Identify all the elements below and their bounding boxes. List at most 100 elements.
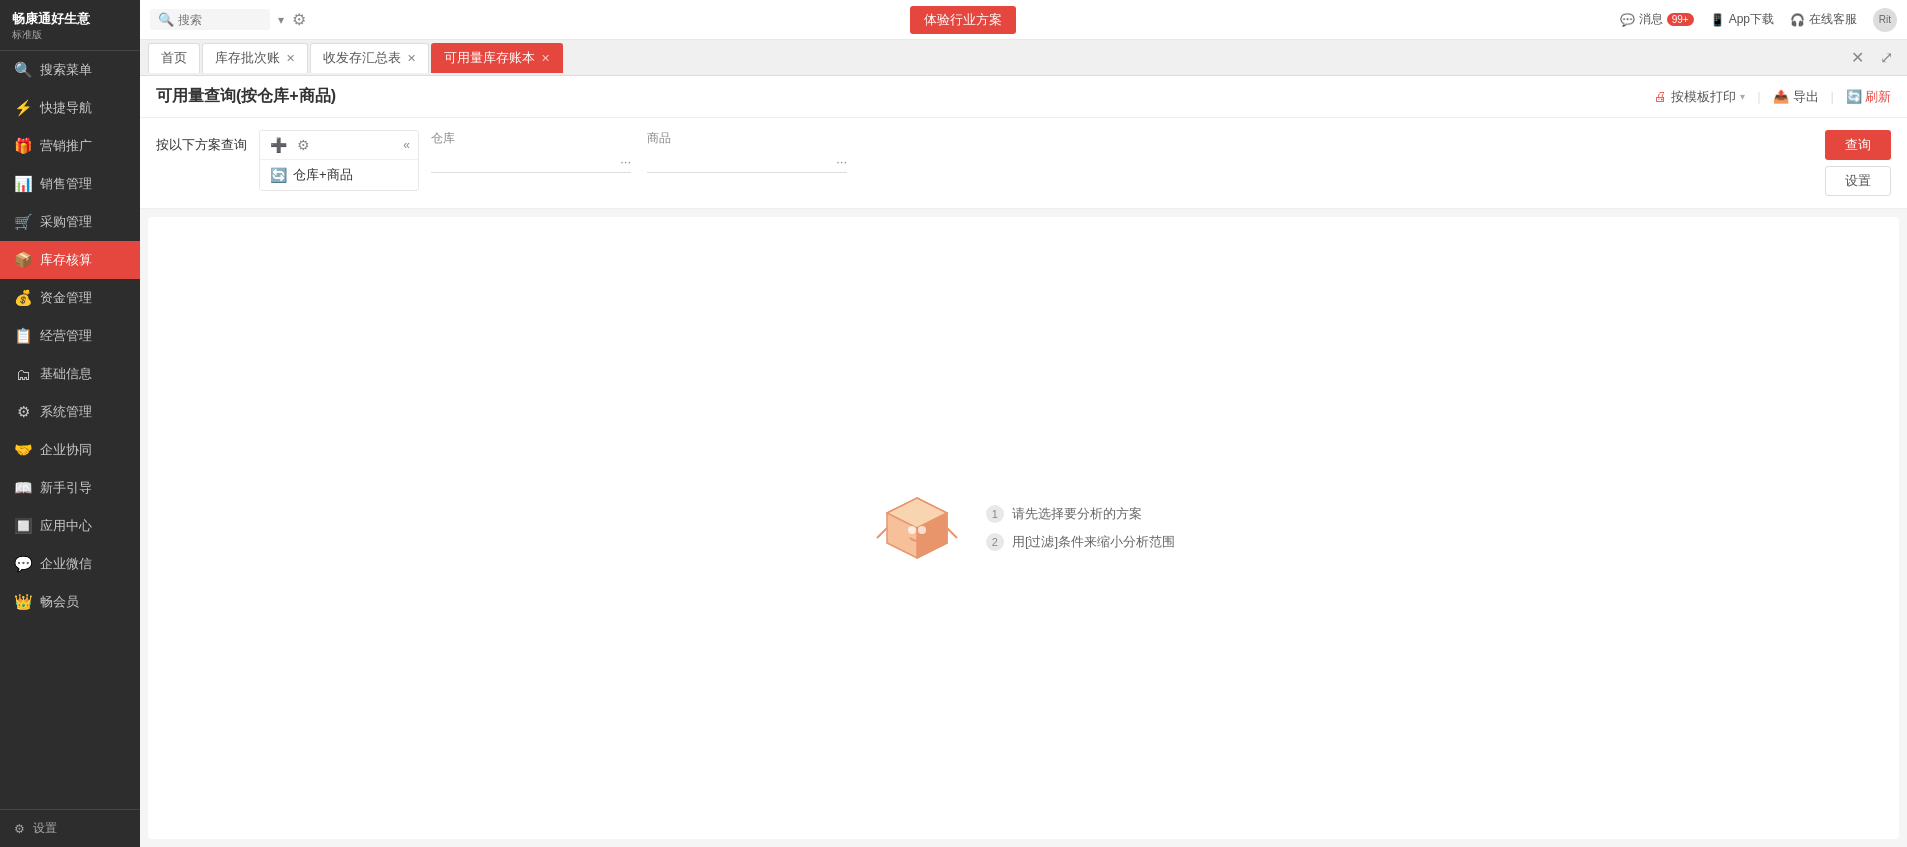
sidebar-item-label-enterprise-wechat: 企业微信 — [40, 555, 92, 573]
tab-batch-account[interactable]: 库存批次账✕ — [202, 43, 308, 73]
empty-tip-1: 1 请先选择要分析的方案 — [986, 505, 1175, 523]
sidebar-item-operation[interactable]: 📋 经营管理 — [0, 317, 140, 355]
tip-num-1: 1 — [986, 505, 1004, 523]
sidebar-item-label-basic-info: 基础信息 — [40, 365, 92, 383]
scheme-item-warehouse-goods[interactable]: 🔄 仓库+商品 — [260, 160, 418, 190]
sidebar-bottom-settings[interactable]: ⚙ 设置 — [0, 809, 140, 847]
online-service-button[interactable]: 🎧 在线客服 — [1790, 11, 1857, 28]
headset-icon: 🎧 — [1790, 13, 1805, 27]
svg-point-4 — [918, 526, 926, 534]
tab-label-deposit-summary: 收发存汇总表 — [323, 49, 401, 67]
tip-text-2: 用[过滤]条件来缩小分析范围 — [1012, 533, 1175, 551]
sidebar-item-app-center[interactable]: 🔲 应用中心 — [0, 507, 140, 545]
sidebar-item-quick-nav[interactable]: ⚡ 快捷导航 — [0, 89, 140, 127]
sidebar-scroll: 🔍 搜索菜单 ⚡ 快捷导航 🎁 营销推广 📊 销售管理 🛒 采购管理 📦 库存核… — [0, 51, 140, 809]
app-download-button[interactable]: 📱 App下载 — [1710, 11, 1774, 28]
sidebar-item-search[interactable]: 🔍 搜索菜单 — [0, 51, 140, 89]
search-input[interactable] — [178, 13, 258, 27]
goods-field: 商品 ··· — [647, 130, 847, 173]
edit-scheme-button[interactable]: ⚙ — [295, 135, 312, 155]
close-tab-available-ledger[interactable]: ✕ — [541, 52, 550, 65]
sidebar-item-label-finance: 资金管理 — [40, 289, 92, 307]
sidebar-item-label-purchase: 采购管理 — [40, 213, 92, 231]
enterprise-icon: 🤝 — [14, 441, 32, 459]
operation-icon: 📋 — [14, 327, 32, 345]
top-search-box[interactable]: 🔍 — [150, 9, 270, 30]
sidebar-logo: 畅康通好生意 标准版 — [0, 0, 140, 51]
tab-home[interactable]: 首页 — [148, 43, 200, 73]
logo-subtitle: 标准版 — [12, 28, 128, 42]
sidebar-item-system[interactable]: ⚙ 系统管理 — [0, 393, 140, 431]
member-icon: 👑 — [14, 593, 32, 611]
print-icon: 🖨 — [1654, 89, 1667, 104]
divider2: | — [1831, 89, 1834, 104]
add-scheme-button[interactable]: ➕ — [268, 135, 289, 155]
sidebar-item-member[interactable]: 👑 畅会员 — [0, 583, 140, 621]
sidebar-item-sales[interactable]: 📊 销售管理 — [0, 165, 140, 203]
empty-tip-2: 2 用[过滤]条件来缩小分析范围 — [986, 533, 1175, 551]
export-button[interactable]: 📤 导出 — [1773, 88, 1819, 106]
sidebar-item-marketing[interactable]: 🎁 营销推广 — [0, 127, 140, 165]
empty-illustration: 1 请先选择要分析的方案 2 用[过滤]条件来缩小分析范围 — [872, 483, 1175, 573]
goods-input[interactable] — [647, 154, 832, 169]
sidebar-item-finance[interactable]: 💰 资金管理 — [0, 279, 140, 317]
sidebar-bottom-label: 设置 — [33, 820, 57, 837]
chevron-down-icon[interactable]: ▾ — [278, 13, 284, 27]
tab-label-home: 首页 — [161, 49, 187, 67]
svg-line-6 — [947, 528, 957, 538]
sidebar-item-label-inventory: 库存核算 — [40, 251, 92, 269]
solution-button[interactable]: 体验行业方案 — [910, 6, 1016, 34]
close-tab-deposit-summary[interactable]: ✕ — [407, 52, 416, 65]
settings-button[interactable]: 设置 — [1825, 166, 1891, 196]
sidebar-item-inventory[interactable]: 📦 库存核算 — [0, 241, 140, 279]
scheme-cycle-icon: 🔄 — [270, 167, 287, 183]
goods-input-container: ··· — [647, 151, 847, 173]
page-header-actions: 🖨 按模板打印 ▾ | 📤 导出 | 🔄 刷新 — [1654, 88, 1891, 106]
refresh-button[interactable]: 🔄 刷新 — [1846, 88, 1891, 106]
warehouse-label: 仓库 — [431, 130, 631, 147]
sidebar-item-label-marketing: 营销推广 — [40, 137, 92, 155]
sidebar-item-label-app-center: 应用中心 — [40, 517, 92, 535]
sidebar-item-label-member: 畅会员 — [40, 593, 79, 611]
tab-deposit-summary[interactable]: 收发存汇总表 ✕ — [310, 43, 429, 73]
user-menu[interactable]: Rit — [1873, 8, 1897, 32]
tab-label-available-ledger: 可用量库存账本 — [444, 49, 535, 67]
top-right-actions: 💬 消息 99+ 📱 App下载 🎧 在线客服 Rit — [1620, 8, 1897, 32]
refresh-icon: 🔄 — [1846, 89, 1862, 104]
search-icon: 🔍 — [158, 12, 174, 27]
sidebar-item-label-quick-nav: 快捷导航 — [40, 99, 92, 117]
marketing-icon: 🎁 — [14, 137, 32, 155]
empty-cube-icon — [872, 483, 962, 573]
print-button[interactable]: 🖨 按模板打印 ▾ — [1654, 88, 1745, 106]
close-tab-button[interactable]: ✕ — [1845, 46, 1870, 69]
sidebar-item-enterprise-wechat[interactable]: 💬 企业微信 — [0, 545, 140, 583]
collapse-button[interactable]: « — [403, 138, 410, 152]
phone-icon: 📱 — [1710, 13, 1725, 27]
query-button[interactable]: 查询 — [1825, 130, 1891, 160]
system-icon: ⚙ — [14, 403, 32, 421]
empty-tips: 1 请先选择要分析的方案 2 用[过滤]条件来缩小分析范围 — [986, 505, 1175, 551]
sidebar-item-enterprise[interactable]: 🤝 企业协同 — [0, 431, 140, 469]
tab-available-ledger[interactable]: 可用量库存账本 ✕ — [431, 43, 563, 73]
sidebar-item-newbie[interactable]: 📖 新手引导 — [0, 469, 140, 507]
export-icon: 📤 — [1773, 89, 1789, 104]
app-download-label: App下载 — [1729, 11, 1774, 28]
query-actions: 查询 设置 — [1825, 130, 1891, 196]
expand-tab-button[interactable]: ⤢ — [1874, 46, 1899, 69]
sidebar-item-purchase[interactable]: 🛒 采购管理 — [0, 203, 140, 241]
settings-icon[interactable]: ⚙ — [292, 10, 306, 29]
goods-more-button[interactable]: ··· — [836, 154, 847, 169]
close-tab-batch-account[interactable]: ✕ — [286, 52, 295, 65]
newbie-icon: 📖 — [14, 479, 32, 497]
warehouse-input[interactable] — [431, 154, 616, 169]
online-service-label: 在线客服 — [1809, 11, 1857, 28]
sidebar-item-basic-info[interactable]: 🗂 基础信息 — [0, 355, 140, 393]
warehouse-more-button[interactable]: ··· — [620, 154, 631, 169]
search-icon: 🔍 — [14, 61, 32, 79]
svg-line-5 — [877, 528, 887, 538]
sidebar-item-label-search: 搜索菜单 — [40, 61, 92, 79]
tabs-right-controls: ✕ ⤢ — [1845, 46, 1899, 69]
enterprise-wechat-icon: 💬 — [14, 555, 32, 573]
notification-button[interactable]: 💬 消息 99+ — [1620, 11, 1694, 28]
app-center-icon: 🔲 — [14, 517, 32, 535]
